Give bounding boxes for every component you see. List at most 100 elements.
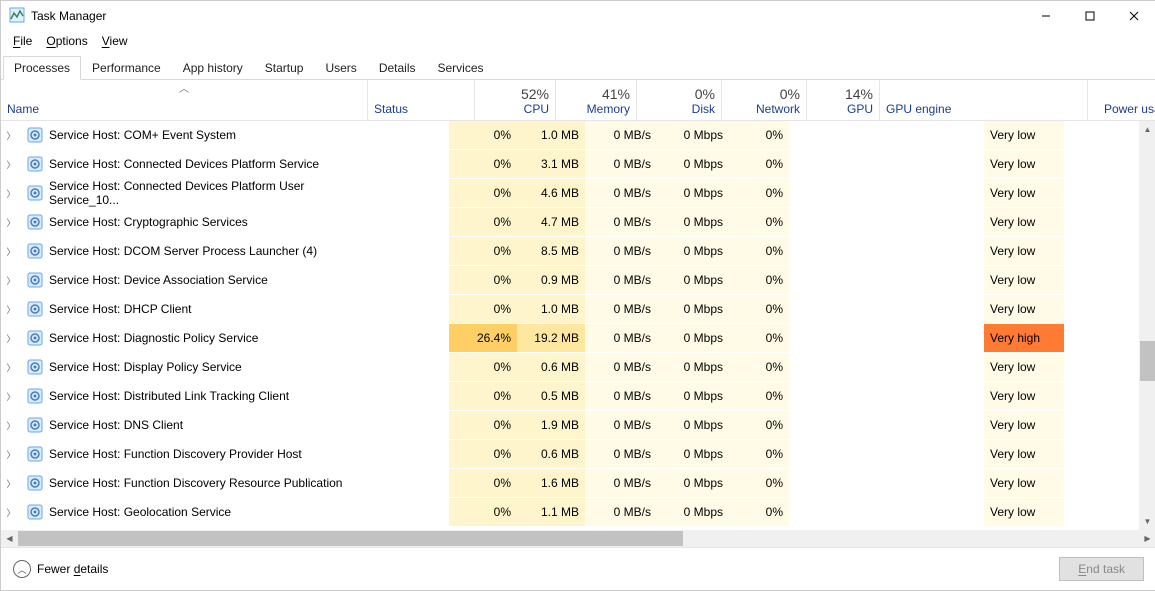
cell-gpu-engine [789,208,984,236]
table-row[interactable]: 〉 Service Host: Connected Devices Platfor… [1,150,1155,179]
tab-services[interactable]: Services [427,56,495,80]
expand-chevron-icon[interactable]: 〉 [1,419,21,432]
cell-cpu: 0% [449,179,517,207]
expand-chevron-icon[interactable]: 〉 [1,448,21,461]
process-name: Service Host: Display Policy Service [49,360,242,374]
expand-chevron-icon[interactable]: 〉 [1,158,21,171]
col-gpu[interactable]: 14%GPU [807,80,880,120]
fewer-details-button[interactable]: ︿ Fewer details [13,560,108,578]
expand-chevron-icon[interactable]: 〉 [1,361,21,374]
expand-chevron-icon[interactable]: 〉 [1,129,21,142]
cell-name: Service Host: COM+ Event System [21,121,355,149]
scroll-thumb[interactable] [1140,341,1155,381]
col-memory[interactable]: 41%Memory [556,80,637,120]
table-row[interactable]: 〉Service Host: Display Policy Service0%0… [1,353,1155,382]
expand-chevron-icon[interactable]: 〉 [1,303,21,316]
cell-cpu: 26.4% [449,324,517,352]
cell-name: Service Host: Device Association Service [21,266,355,294]
cell-status [355,353,449,381]
expand-chevron-icon[interactable]: 〉 [1,477,21,490]
menu-options[interactable]: Options [40,30,93,52]
cell-cpu: 0% [449,237,517,265]
expand-chevron-icon[interactable]: 〉 [1,332,21,345]
hscroll-thumb[interactable] [18,531,683,546]
process-name: Service Host: Geolocation Service [49,505,231,519]
expand-chevron-icon[interactable]: 〉 [1,216,21,229]
scroll-down-icon[interactable]: ▼ [1139,513,1155,530]
service-icon [27,504,43,520]
table-row[interactable]: 〉Service Host: Cryptographic Services0%4… [1,208,1155,237]
service-icon [27,330,43,346]
expand-chevron-icon[interactable]: 〉 [1,274,21,287]
tab-app-history[interactable]: App history [172,56,254,80]
tab-startup[interactable]: Startup [254,56,315,80]
cell-disk: 0 MB/s [585,382,657,410]
table-row[interactable]: 〉Service Host: DNS Client0%1.9 MB0 MB/s0… [1,411,1155,440]
cell-gpu-engine [789,150,984,178]
cell-memory: 1.6 MB [517,469,585,497]
minimize-button[interactable] [1024,1,1068,31]
cell-status [355,469,449,497]
cell-gpu-engine [789,498,984,526]
cell-disk: 0 MB/s [585,353,657,381]
col-network[interactable]: 0%Network [722,80,807,120]
tab-details[interactable]: Details [368,56,427,80]
table-row[interactable]: 〉Service Host: Diagnostic Policy Service… [1,324,1155,353]
col-disk[interactable]: 0%Disk [637,80,722,120]
col-status[interactable]: Status [368,80,475,120]
cell-gpu: 0% [729,382,789,410]
maximize-button[interactable] [1068,1,1112,31]
tabstrip: Processes Performance App history Startu… [1,53,1155,80]
end-task-button[interactable]: End task [1059,557,1144,581]
process-name: Service Host: DNS Client [49,418,183,432]
process-name: Service Host: Distributed Link Tracking … [49,389,289,403]
table-row[interactable]: 〉Service Host: DHCP Client0%1.0 MB0 MB/s… [1,295,1155,324]
table-row[interactable]: 〉Service Host: Geolocation Service0%1.1 … [1,498,1155,527]
expand-chevron-icon[interactable]: 〉 [1,245,21,258]
scroll-right-icon[interactable]: ▶ [1139,530,1155,547]
process-name: Service Host: Function Discovery Provide… [49,447,302,461]
vertical-scrollbar[interactable]: ▲ ▼ [1139,121,1155,530]
process-name: Service Host: Connected Devices Platform… [49,157,319,171]
service-icon [27,359,43,375]
expand-chevron-icon[interactable]: 〉 [1,187,21,200]
cell-disk: 0 MB/s [585,179,657,207]
table-row[interactable]: 〉 Service Host: Distributed Link Tracking… [1,382,1155,411]
tab-performance[interactable]: Performance [81,56,172,80]
expand-chevron-icon[interactable]: 〉 [1,390,21,403]
cell-gpu: 0% [729,237,789,265]
table-row[interactable]: 〉Service Host: DCOM Server Process Launc… [1,237,1155,266]
table-row[interactable]: 〉 Service Host: Function Discovery Provid… [1,440,1155,469]
tab-users[interactable]: Users [314,56,367,80]
cell-disk: 0 MB/s [585,411,657,439]
cell-power: Very low [984,121,1064,149]
cell-gpu: 0% [729,411,789,439]
cell-name: Service Host: Function Discovery Resourc… [21,469,355,497]
col-power-usage[interactable]: Power usage [1088,80,1155,120]
process-name: Service Host: Cryptographic Services [49,215,248,229]
horizontal-scrollbar[interactable]: ◀ ▶ [1,530,1155,547]
cell-status [355,440,449,468]
cell-memory: 1.1 MB [517,498,585,526]
table-row[interactable]: 〉Service Host: COM+ Event System0%1.0 MB… [1,121,1155,150]
service-icon [27,185,43,201]
tab-processes[interactable]: Processes [3,56,81,80]
cell-disk: 0 MB/s [585,266,657,294]
cell-power: Very low [984,498,1064,526]
cell-gpu: 0% [729,295,789,323]
cell-status [355,121,449,149]
table-row[interactable]: 〉Service Host: Device Association Servic… [1,266,1155,295]
cell-status [355,208,449,236]
col-cpu[interactable]: 52%CPU [475,80,556,120]
table-row[interactable]: 〉Service Host: Connected Devices Platfor… [1,179,1155,208]
expand-chevron-icon[interactable]: 〉 [1,506,21,519]
scroll-left-icon[interactable]: ◀ [1,530,18,547]
table-row[interactable]: 〉Service Host: Function Discovery Resour… [1,469,1155,498]
scroll-up-icon[interactable]: ▲ [1139,121,1155,138]
titlebar[interactable]: Task Manager [1,1,1155,31]
menu-file[interactable]: File [7,30,38,52]
col-gpu-engine[interactable]: GPU engine [880,80,1088,120]
menu-view[interactable]: View [96,30,134,52]
chevron-up-circle-icon: ︿ [13,560,31,578]
close-button[interactable] [1112,1,1155,31]
